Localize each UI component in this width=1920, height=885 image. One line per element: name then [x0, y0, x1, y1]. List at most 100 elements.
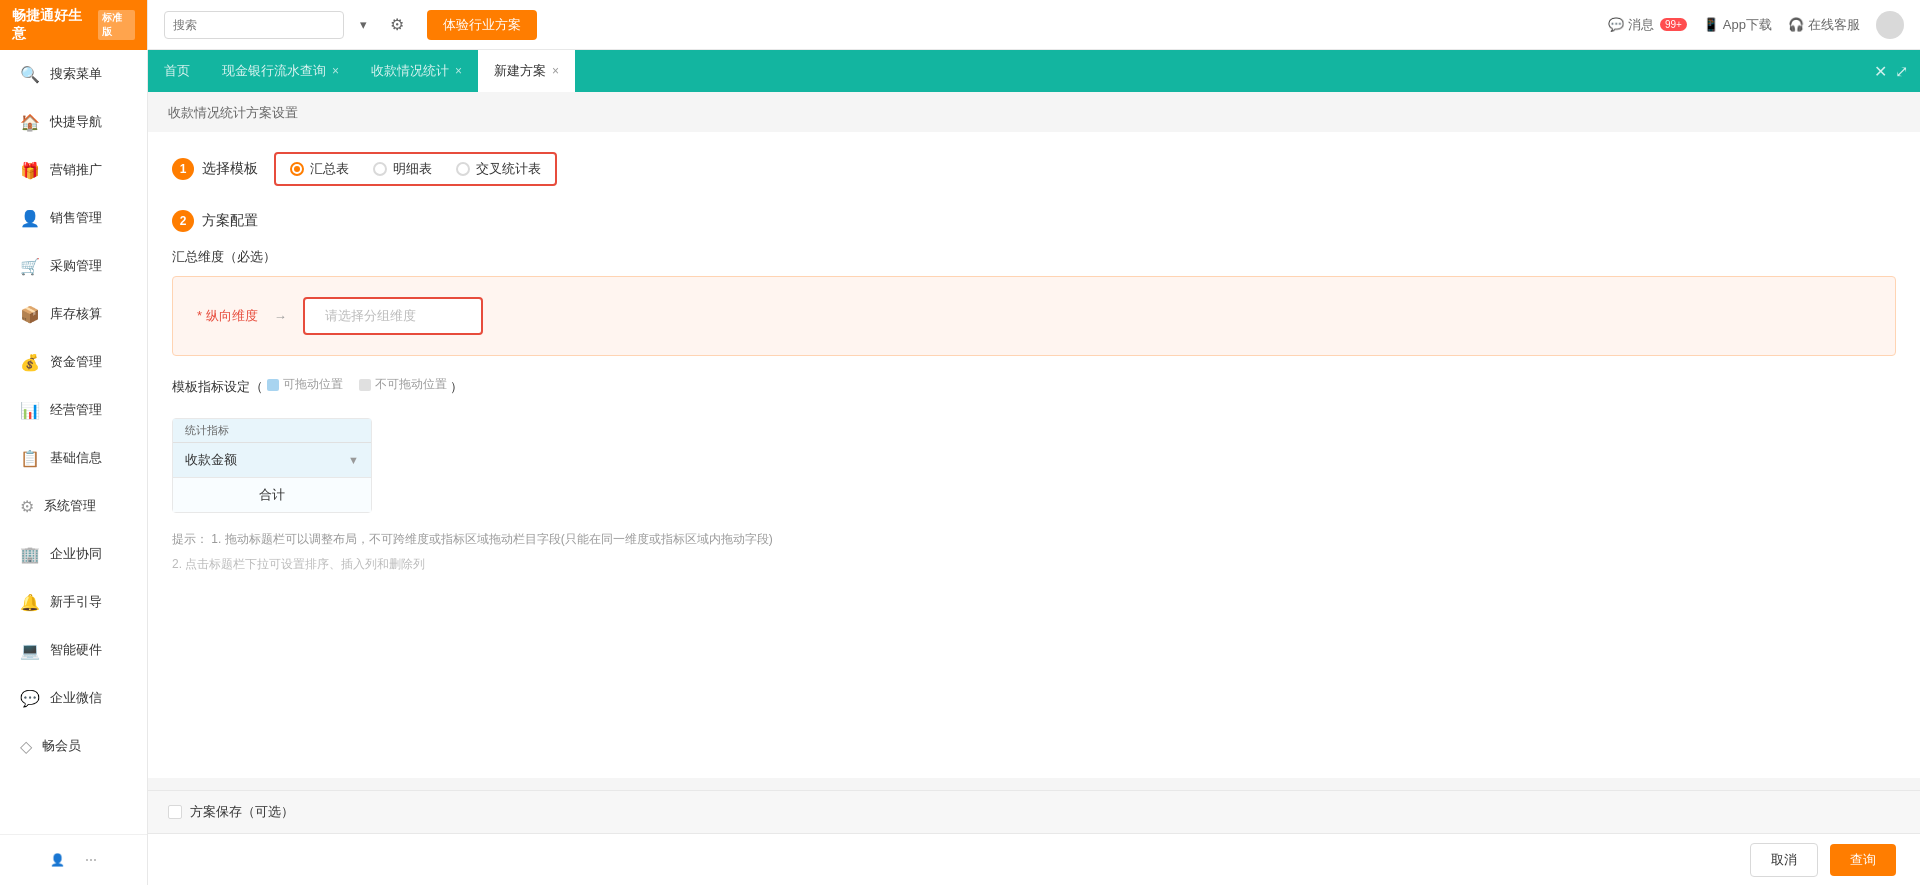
sidebar-item-basic[interactable]: 📋 基础信息	[0, 434, 147, 482]
hint-movable-item: 可拖动位置	[267, 376, 343, 393]
dimension-required-label: 汇总维度（必选）	[172, 249, 276, 264]
sidebar-item-label: 基础信息	[50, 449, 102, 467]
tab-new-plan[interactable]: 新建方案 ×	[478, 50, 575, 92]
tabbar: 首页 现金银行流水查询 × 收款情况统计 × 新建方案 × ✕ ⤢	[148, 50, 1920, 92]
radio-cross-dot	[456, 162, 470, 176]
sidebar-logo: 畅捷通好生意 标准版	[0, 0, 147, 50]
logo-text: 畅捷通好生意	[12, 7, 92, 43]
tip-title: 提示： 1. 拖动标题栏可以调整布局，不可跨维度或指标区域拖动栏目字段(只能在同…	[172, 529, 1896, 551]
metrics-header: 统计指标 收款金额 ▼	[173, 419, 371, 478]
radio-detail[interactable]: 明细表	[373, 160, 432, 178]
radio-cross[interactable]: 交叉统计表	[456, 160, 541, 178]
topbar-dropdown[interactable]: ▾	[360, 17, 367, 32]
sidebar-bottom-icon2: ⋯	[85, 853, 97, 867]
sidebar-item-sales[interactable]: 👤 销售管理	[0, 194, 147, 242]
tip-item-1: 2. 点击标题栏下拉可设置排序、插入列和删除列	[172, 554, 1896, 576]
tab-collection-stat-label: 收款情况统计	[371, 62, 449, 80]
download-icon: 📱	[1703, 17, 1719, 32]
metrics-table-area: 统计指标 收款金额 ▼ 合计	[172, 406, 1896, 513]
sidebar-item-inventory[interactable]: 📦 库存核算	[0, 290, 147, 338]
fixed-hint-text: 不可拖动位置	[375, 376, 447, 393]
save-checkbox[interactable]	[168, 805, 182, 819]
save-label: 方案保存（可选）	[190, 803, 294, 821]
metrics-header-cell[interactable]: 收款金额 ▼	[173, 443, 371, 477]
download-item[interactable]: 📱 App下载	[1703, 16, 1772, 34]
tab-collection-stat-close[interactable]: ×	[455, 64, 462, 78]
building-icon: 🏢	[20, 545, 40, 564]
service-icon: 🎧	[1788, 17, 1804, 32]
tab-close-all-icon[interactable]: ✕	[1874, 62, 1887, 81]
metrics-group-label: 统计指标	[173, 419, 371, 443]
industry-btn[interactable]: 体验行业方案	[427, 10, 537, 40]
sidebar-item-label: 畅会员	[42, 737, 81, 755]
sidebar-item-guide[interactable]: 🔔 新手引导	[0, 578, 147, 626]
sidebar-item-capital[interactable]: 💰 资金管理	[0, 338, 147, 386]
dropdown-text: ▾	[360, 17, 367, 32]
breadcrumb-text: 收款情况统计方案设置	[168, 105, 298, 120]
tabbar-controls: ✕ ⤢	[1874, 62, 1920, 81]
main-content: ▾ ⚙ 体验行业方案 💬 消息 99+ 📱 App下载 🎧 在线客服 首页	[148, 0, 1920, 885]
user-avatar[interactable]	[1876, 11, 1904, 39]
sidebar-item-label: 新手引导	[50, 593, 102, 611]
step2-title: 方案配置	[202, 212, 258, 230]
search-area	[164, 11, 344, 39]
sidebar-item-member[interactable]: ◇ 畅会员	[0, 722, 147, 770]
tab-home[interactable]: 首页	[148, 50, 206, 92]
metrics-label-area: 模板指标设定（ 可拖动位置 不可拖动位置 ）	[172, 376, 1896, 396]
tab-new-plan-close[interactable]: ×	[552, 64, 559, 78]
template-radio-group: 汇总表 明细表 交叉统计表	[274, 152, 557, 186]
sidebar-bottom-row: 👤 ⋯	[0, 845, 147, 875]
home-icon: 🏠	[20, 113, 40, 132]
metrics-table: 统计指标 收款金额 ▼ 合计	[172, 418, 372, 513]
dimension-placeholder: 请选择分组维度	[325, 308, 416, 323]
radio-summary-dot	[290, 162, 304, 176]
sidebar-item-marketing[interactable]: 🎁 营销推广	[0, 146, 147, 194]
step1-num: 1	[172, 158, 194, 180]
topbar: ▾ ⚙ 体验行业方案 💬 消息 99+ 📱 App下载 🎧 在线客服	[148, 0, 1920, 50]
tab-bank-flow-label: 现金银行流水查询	[222, 62, 326, 80]
sidebar-item-system[interactable]: ⚙ 系统管理	[0, 482, 147, 530]
sidebar-item-quick-nav[interactable]: 🏠 快捷导航	[0, 98, 147, 146]
topbar-right: 💬 消息 99+ 📱 App下载 🎧 在线客服	[1608, 11, 1904, 39]
tab-maximize-icon[interactable]: ⤢	[1895, 62, 1908, 81]
settings-icon[interactable]: ⚙	[383, 11, 411, 39]
sidebar: 畅捷通好生意 标准版 🔍 搜索菜单 🏠 快捷导航 🎁 营销推广 👤 销售管理 🛒…	[0, 0, 148, 885]
dimension-select[interactable]: 请选择分组维度	[303, 297, 483, 335]
tab-collection-stat[interactable]: 收款情况统计 ×	[355, 50, 478, 92]
sidebar-item-hardware[interactable]: 💻 智能硬件	[0, 626, 147, 674]
message-item[interactable]: 💬 消息 99+	[1608, 16, 1687, 34]
sidebar-item-label: 经营管理	[50, 401, 102, 419]
sidebar-item-label: 企业协同	[50, 545, 102, 563]
diamond-icon: ◇	[20, 737, 32, 756]
money-icon: 💰	[20, 353, 40, 372]
sidebar-item-purchase[interactable]: 🛒 采购管理	[0, 242, 147, 290]
clipboard-icon: 📋	[20, 449, 40, 468]
tab-home-label: 首页	[164, 62, 190, 80]
save-option-area: 方案保存（可选）	[148, 790, 1920, 833]
query-button[interactable]: 查询	[1830, 844, 1896, 876]
sidebar-item-management[interactable]: 📊 经营管理	[0, 386, 147, 434]
search-input[interactable]	[164, 11, 344, 39]
radio-summary[interactable]: 汇总表	[290, 160, 349, 178]
step1-header: 1 选择模板 汇总表 明细表 交叉统计表	[172, 152, 1896, 186]
sidebar-bottom: 👤 ⋯	[0, 834, 147, 885]
cancel-button[interactable]: 取消	[1750, 843, 1818, 877]
sidebar-item-enterprise[interactable]: 🏢 企业协同	[0, 530, 147, 578]
metrics-label-text: 模板指标设定（	[172, 379, 263, 394]
movable-hint-dot	[267, 379, 279, 391]
metrics-header-text: 收款金额	[185, 451, 237, 469]
bell-icon: 🔔	[20, 593, 40, 612]
gift-icon: 🎁	[20, 161, 40, 180]
sidebar-item-wechat[interactable]: 💬 企业微信	[0, 674, 147, 722]
chevron-down-icon: ▼	[348, 454, 359, 466]
dimension-section-label: 汇总维度（必选）	[172, 248, 1896, 266]
service-label: 在线客服	[1808, 16, 1860, 34]
arrow-icon: →	[274, 309, 287, 324]
service-item[interactable]: 🎧 在线客服	[1788, 16, 1860, 34]
sidebar-item-search[interactable]: 🔍 搜索菜单	[0, 50, 147, 98]
tip-area: 提示： 1. 拖动标题栏可以调整布局，不可跨维度或指标区域拖动栏目字段(只能在同…	[172, 529, 1896, 576]
download-label: App下载	[1723, 16, 1772, 34]
tab-bank-flow-close[interactable]: ×	[332, 64, 339, 78]
sidebar-item-label: 资金管理	[50, 353, 102, 371]
tab-bank-flow[interactable]: 现金银行流水查询 ×	[206, 50, 355, 92]
